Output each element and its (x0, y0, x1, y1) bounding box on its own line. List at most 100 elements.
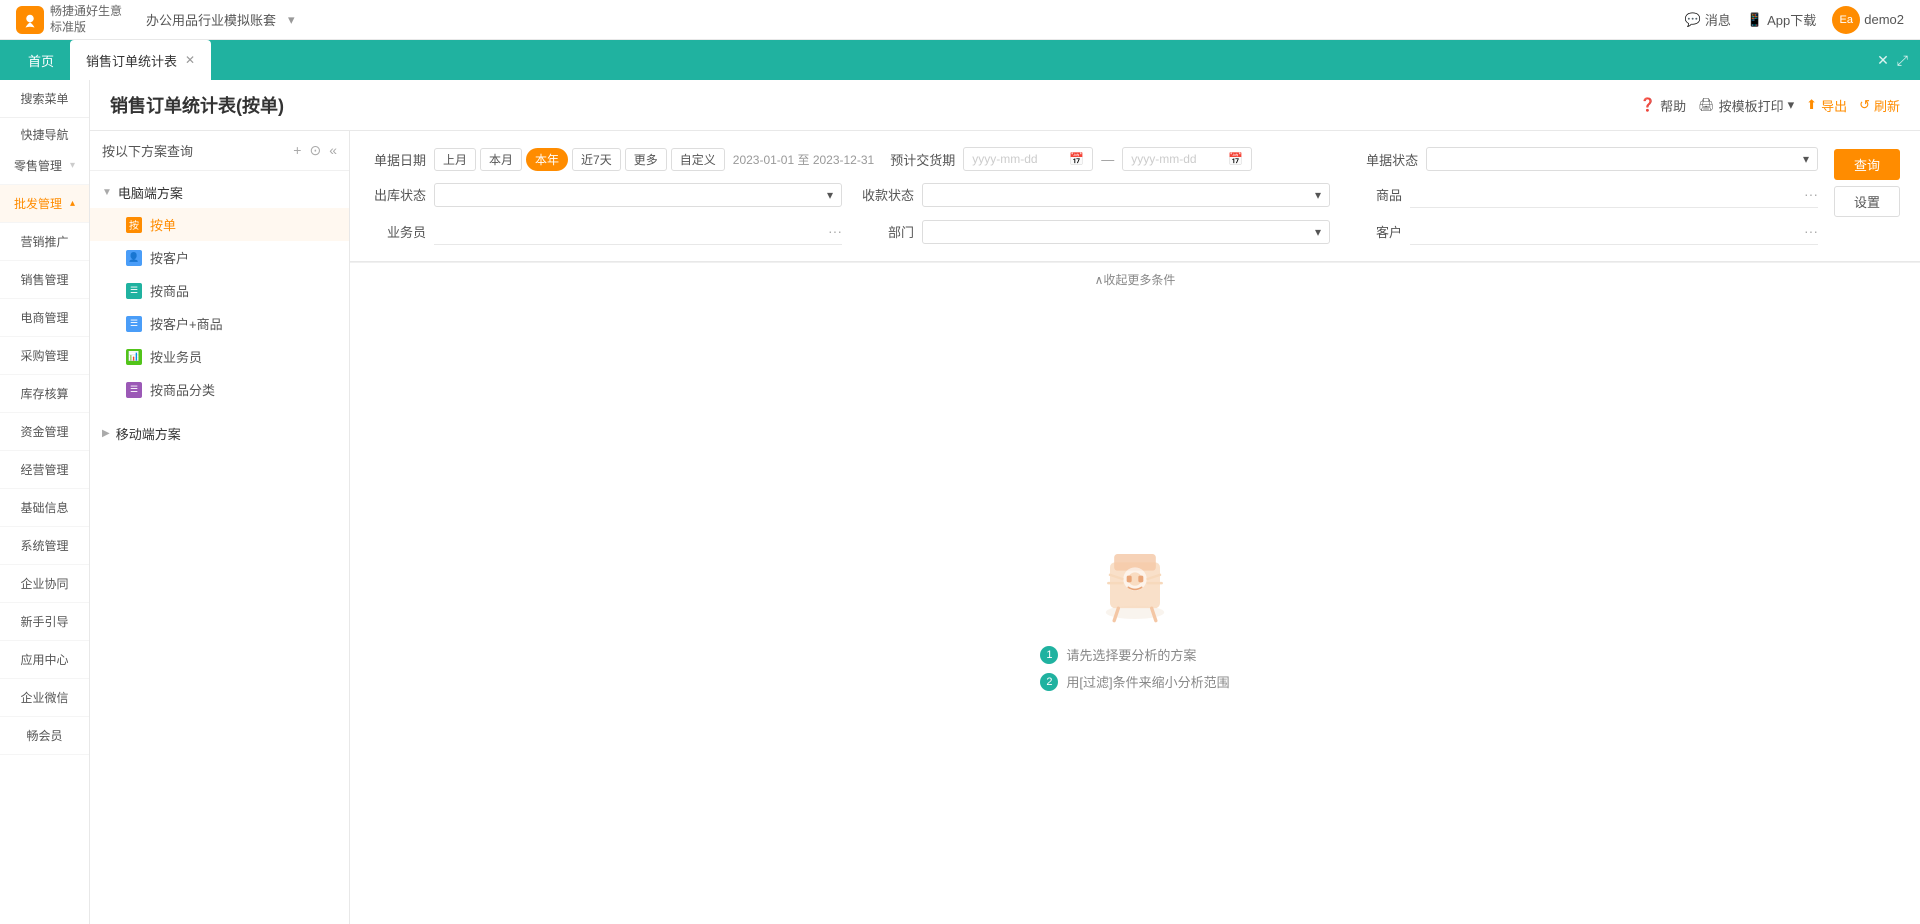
scheme-by-customer[interactable]: 👤 按客户 (90, 241, 349, 274)
department-group: 部门 ▾ (858, 220, 1330, 244)
sidebar-item-ecommerce[interactable]: 电商管理 (0, 299, 89, 337)
sidebar-item-sales[interactable]: 销售管理 (0, 261, 89, 299)
salesperson-label: 业务员 (370, 222, 426, 241)
template-print-dropdown-icon: ▾ (1788, 97, 1795, 113)
date-custom-btn[interactable]: 自定义 (671, 148, 725, 171)
dropdown-icon[interactable]: ▾ (288, 12, 295, 28)
department-select[interactable]: ▾ (922, 220, 1330, 244)
sidebar-item-purchase[interactable]: 采购管理 (0, 337, 89, 375)
collapse-filters-button[interactable]: ∧ 收起更多条件 (350, 262, 1920, 296)
add-scheme-icon[interactable]: + (293, 142, 301, 159)
sidebar-item-appstore[interactable]: 应用中心 (0, 641, 89, 679)
filter-main-cols: 单据日期 上月 本月 本年 近7天 更多 自定义 (370, 147, 1818, 245)
expected-date-to-input[interactable]: yyyy-mm-dd 📅 (1122, 147, 1252, 171)
date-range-text: 2023-01-01 至 2023-12-31 (733, 151, 874, 168)
print-icon: 🖨 (1698, 97, 1715, 113)
customer-group: 客户 ··· (1346, 218, 1818, 245)
product-more-icon: ··· (1804, 186, 1818, 202)
sidebar-item-finance[interactable]: 资金管理 (0, 413, 89, 451)
sidebar-item-cooperation[interactable]: 企业协同 (0, 565, 89, 603)
calendar-icon: 📅 (1069, 152, 1084, 166)
date-last-7-days-btn[interactable]: 近7天 (572, 148, 621, 171)
sidebar-item-operation[interactable]: 经营管理 (0, 451, 89, 489)
date-this-month-btn[interactable]: 本月 (480, 148, 522, 171)
left-panel-header: 按以下方案查询 + ⊙ « (90, 131, 349, 171)
message-button[interactable]: 💬 消息 (1685, 10, 1731, 29)
scheme-by-product[interactable]: ☰ 按商品 (90, 274, 349, 307)
template-print-button[interactable]: 🖨 按模板打印 ▾ (1698, 96, 1794, 115)
setting-button[interactable]: 设置 (1834, 186, 1900, 217)
app-download-button[interactable]: 📱 App下载 (1747, 10, 1816, 29)
chevron-down-icon-ship: ▾ (827, 188, 833, 202)
scheme-icon-product: ☰ (126, 283, 142, 299)
scheme-by-product-category[interactable]: ☰ 按商品分类 (90, 373, 349, 406)
page-header: 销售订单统计表(按单) ❓ 帮助 🖨 按模板打印 ▾ ⬆ 导出 ↺ 刷新 (90, 80, 1920, 131)
expected-date-from-input[interactable]: yyyy-mm-dd 📅 (963, 147, 1093, 171)
date-more-btn[interactable]: 更多 (625, 148, 667, 171)
user-area[interactable]: Ea demo2 (1832, 6, 1904, 34)
manage-scheme-icon[interactable]: ⊙ (309, 142, 321, 159)
export-button[interactable]: ⬆ 导出 (1806, 96, 1847, 115)
sidebar-item-member[interactable]: 畅会员 (0, 717, 89, 755)
app-icon: 📱 (1747, 12, 1763, 28)
payment-status-select[interactable]: ▾ (922, 183, 1330, 207)
customer-input[interactable]: ··· (1410, 218, 1818, 245)
expected-date-to-placeholder: yyyy-mm-dd (1131, 152, 1196, 166)
date-this-year-btn[interactable]: 本年 (526, 148, 568, 171)
window-controls: ✕ ⤢ (1877, 52, 1908, 69)
logo-text: 畅捷通好生意 标准版 (50, 4, 122, 35)
scheme-by-salesperson[interactable]: 📊 按业务员 (90, 340, 349, 373)
chevron-down-icon: ▾ (70, 160, 75, 171)
sidebar-item-wechat[interactable]: 企业微信 (0, 679, 89, 717)
empty-illustration (1085, 529, 1185, 629)
date-label: 单据日期 (370, 150, 426, 169)
maximize-window-icon[interactable]: ⤢ (1897, 52, 1908, 69)
order-status-select[interactable]: ▾ (1426, 147, 1818, 171)
sidebar-item-system[interactable]: 系统管理 (0, 527, 89, 565)
ship-status-select[interactable]: ▾ (434, 183, 842, 207)
sidebar-item-guide[interactable]: 新手引导 (0, 603, 89, 641)
date-filter-group: 单据日期 上月 本月 本年 近7天 更多 自定义 (370, 148, 874, 171)
help-icon: ❓ (1640, 97, 1656, 113)
sidebar: 搜索菜单 快捷导航 零售管理 ▾ 批发管理 ▴ 营销推广 销售管理 电商管理 采… (0, 80, 90, 924)
salesperson-input[interactable]: ··· (434, 218, 842, 245)
empty-state: 1 请先选择要分析的方案 2 用[过滤]条件来缩小分析范围 (350, 296, 1920, 924)
top-bar-left: 畅捷通好生意 标准版 办公用品行业模拟账套 ▾ (16, 4, 295, 35)
product-input[interactable]: ··· (1410, 181, 1818, 208)
scheme-by-order[interactable]: 按 按单 (90, 208, 349, 241)
scheme-by-customer-product[interactable]: ☰ 按客户+商品 (90, 307, 349, 340)
close-window-icon[interactable]: ✕ (1877, 52, 1889, 69)
scheme-group-mobile-header[interactable]: ▶ 移动端方案 (90, 418, 349, 449)
page-header-actions: ❓ 帮助 🖨 按模板打印 ▾ ⬆ 导出 ↺ 刷新 (1640, 96, 1900, 127)
scheme-icon-cust-prod: ☰ (126, 316, 142, 332)
salesperson-more-icon: ··· (828, 223, 842, 239)
tab-sales-order[interactable]: 销售订单统计表 ✕ (70, 40, 211, 80)
chevron-down-icon: ▾ (1803, 152, 1809, 166)
left-scheme-panel: 按以下方案查询 + ⊙ « ▼ 电脑端方案 按 (90, 131, 350, 924)
query-button[interactable]: 查询 (1834, 149, 1900, 180)
refresh-button[interactable]: ↺ 刷新 (1859, 96, 1900, 115)
chevron-down-icon-dept: ▾ (1315, 225, 1321, 239)
collapse-panel-icon[interactable]: « (329, 142, 337, 159)
sidebar-item-retail[interactable]: 零售管理 ▾ (0, 147, 89, 185)
help-button[interactable]: ❓ 帮助 (1640, 96, 1686, 115)
sidebar-quick-nav[interactable]: 快捷导航 (0, 118, 89, 147)
content-area: 销售订单统计表(按单) ❓ 帮助 🖨 按模板打印 ▾ ⬆ 导出 ↺ 刷新 (90, 80, 1920, 924)
salesperson-group: 业务员 ··· (370, 218, 842, 245)
page-title: 销售订单统计表(按单) (110, 92, 284, 130)
sidebar-search[interactable]: 搜索菜单 (0, 80, 89, 118)
tab-home[interactable]: 首页 (12, 40, 70, 80)
main-layout: 搜索菜单 快捷导航 零售管理 ▾ 批发管理 ▴ 营销推广 销售管理 电商管理 采… (0, 80, 1920, 924)
sidebar-item-inventory[interactable]: 库存核算 (0, 375, 89, 413)
scheme-group-pc-header[interactable]: ▼ 电脑端方案 (90, 177, 349, 208)
date-separator: — (1101, 152, 1114, 167)
sidebar-item-basic[interactable]: 基础信息 (0, 489, 89, 527)
chevron-down-icon-payment: ▾ (1315, 188, 1321, 202)
tab-close-icon[interactable]: ✕ (185, 53, 195, 67)
expected-date-group: 预计交货期 yyyy-mm-dd 📅 — yyyy-mm-dd 📅 (890, 147, 1346, 171)
sidebar-item-wholesale[interactable]: 批发管理 ▴ (0, 185, 89, 223)
date-last-month-btn[interactable]: 上月 (434, 148, 476, 171)
group-expand-icon-mobile: ▶ (102, 428, 110, 439)
top-bar-right: 💬 消息 📱 App下载 Ea demo2 (1685, 6, 1904, 34)
sidebar-item-marketing[interactable]: 营销推广 (0, 223, 89, 261)
